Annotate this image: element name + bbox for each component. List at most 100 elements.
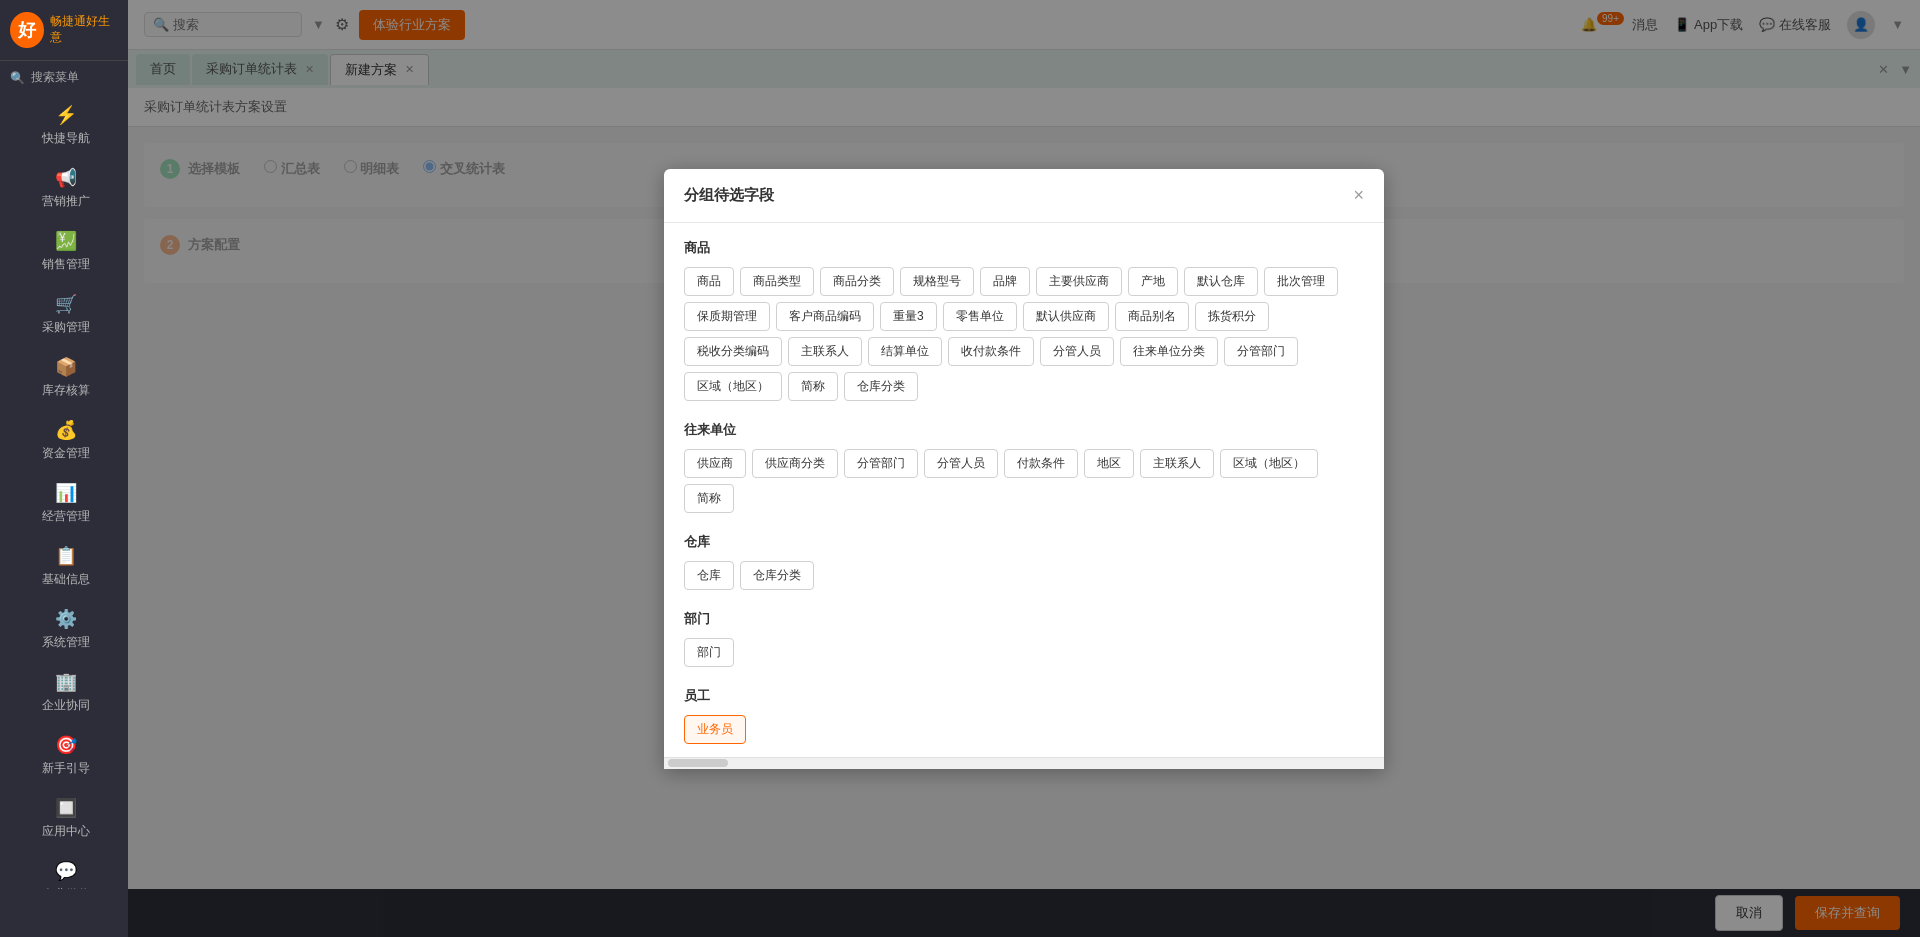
sidebar-label-purchase: 采购管理 <box>42 319 90 336</box>
sidebar-icon-operations: 📊 <box>55 482 77 504</box>
sidebar-label-guide: 新手引导 <box>42 760 90 777</box>
sidebar-item-operations[interactable]: 📊 经营管理 <box>0 472 128 535</box>
field-tag-product-0[interactable]: 商品 <box>684 267 734 296</box>
sidebar-icon-finance: 💰 <box>55 419 77 441</box>
section-title-partner: 往来单位 <box>684 421 1364 439</box>
field-tag-warehouse-0[interactable]: 仓库 <box>684 561 734 590</box>
field-tag-product-8[interactable]: 批次管理 <box>1264 267 1338 296</box>
field-section-product: 商品商品商品类型商品分类规格型号品牌主要供应商产地默认仓库批次管理保质期管理客户… <box>684 239 1364 401</box>
modal-close-button[interactable]: × <box>1353 185 1364 206</box>
sidebar-label-enterprise: 企业协同 <box>42 697 90 714</box>
field-tag-product-13[interactable]: 默认供应商 <box>1023 302 1109 331</box>
field-tag-product-4[interactable]: 品牌 <box>980 267 1030 296</box>
field-tag-product-21[interactable]: 往来单位分类 <box>1120 337 1218 366</box>
field-tag-product-16[interactable]: 税收分类编码 <box>684 337 782 366</box>
sidebar-item-appstore[interactable]: 🔲 应用中心 <box>0 787 128 850</box>
modal-title: 分组待选字段 <box>684 186 774 205</box>
sidebar-icon-guide: 🎯 <box>55 734 77 756</box>
field-tag-partner-5[interactable]: 地区 <box>1084 449 1134 478</box>
field-tag-product-5[interactable]: 主要供应商 <box>1036 267 1122 296</box>
field-tag-product-12[interactable]: 零售单位 <box>943 302 1017 331</box>
sidebar-item-guide[interactable]: 🎯 新手引导 <box>0 724 128 787</box>
sidebar-label-marketing: 营销推广 <box>42 193 90 210</box>
sidebar-label-system: 系统管理 <box>42 634 90 651</box>
field-tag-partner-2[interactable]: 分管部门 <box>844 449 918 478</box>
scrollbar-thumb[interactable] <box>668 759 728 767</box>
field-tags-product: 商品商品类型商品分类规格型号品牌主要供应商产地默认仓库批次管理保质期管理客户商品… <box>684 267 1364 401</box>
sidebar-icon-appstore: 🔲 <box>55 797 77 819</box>
sidebar-icon-basic: 📋 <box>55 545 77 567</box>
field-tag-product-25[interactable]: 仓库分类 <box>844 372 918 401</box>
sidebar-icon-marketing: 📢 <box>55 167 77 189</box>
field-tag-product-9[interactable]: 保质期管理 <box>684 302 770 331</box>
modal-body: 商品商品商品类型商品分类规格型号品牌主要供应商产地默认仓库批次管理保质期管理客户… <box>664 223 1384 757</box>
sidebar-icon-quick-nav: ⚡ <box>55 104 77 126</box>
field-tag-product-10[interactable]: 客户商品编码 <box>776 302 874 331</box>
field-tags-partner: 供应商供应商分类分管部门分管人员付款条件地区主联系人区域（地区） 简称 <box>684 449 1364 513</box>
section-title-product: 商品 <box>684 239 1364 257</box>
field-tag-product-15[interactable]: 拣货积分 <box>1195 302 1269 331</box>
sidebar-item-system[interactable]: ⚙️ 系统管理 <box>0 598 128 661</box>
sidebar-item-quick-nav[interactable]: ⚡ 快捷导航 <box>0 94 128 157</box>
field-tag-product-18[interactable]: 结算单位 <box>868 337 942 366</box>
sidebar-icon-purchase: 🛒 <box>55 293 77 315</box>
field-tag-partner-4[interactable]: 付款条件 <box>1004 449 1078 478</box>
field-tag-product-7[interactable]: 默认仓库 <box>1184 267 1258 296</box>
field-tag-product-19[interactable]: 收付款条件 <box>948 337 1034 366</box>
logo-icon: 好 <box>10 12 44 48</box>
sidebar: 好 畅捷通好生意 🔍 搜索菜单 ⚡ 快捷导航 📢 营销推广 💹 销售管理 🛒 采… <box>0 0 128 937</box>
sidebar-item-inventory[interactable]: 📦 库存核算 <box>0 346 128 409</box>
sidebar-icon-inventory: 📦 <box>55 356 77 378</box>
sidebar-item-basic[interactable]: 📋 基础信息 <box>0 535 128 598</box>
field-tag-product-22[interactable]: 分管部门 <box>1224 337 1298 366</box>
field-tags-warehouse: 仓库仓库分类 <box>684 561 1364 590</box>
logo-text: 畅捷通好生意 <box>50 14 118 45</box>
search-menu[interactable]: 🔍 搜索菜单 <box>0 61 128 94</box>
sidebar-item-finance[interactable]: 💰 资金管理 <box>0 409 128 472</box>
sidebar-icon-sales: 💹 <box>55 230 77 252</box>
sidebar-icon-system: ⚙️ <box>55 608 77 630</box>
field-tag-partner-6[interactable]: 主联系人 <box>1140 449 1214 478</box>
field-tag-warehouse-1[interactable]: 仓库分类 <box>740 561 814 590</box>
field-tag-partner-3[interactable]: 分管人员 <box>924 449 998 478</box>
modal-header: 分组待选字段 × <box>664 169 1384 223</box>
sidebar-label-finance: 资金管理 <box>42 445 90 462</box>
field-tag-product-3[interactable]: 规格型号 <box>900 267 974 296</box>
sidebar-item-marketing[interactable]: 📢 营销推广 <box>0 157 128 220</box>
field-tag-product-24[interactable]: 简称 <box>788 372 838 401</box>
sidebar-icon-wechat: 💬 <box>55 860 77 882</box>
sidebar-label-basic: 基础信息 <box>42 571 90 588</box>
field-section-partner: 往来单位供应商供应商分类分管部门分管人员付款条件地区主联系人区域（地区） 简称 <box>684 421 1364 513</box>
field-tag-product-14[interactable]: 商品别名 <box>1115 302 1189 331</box>
field-section-department: 部门部门 <box>684 610 1364 667</box>
section-title-employee: 员工 <box>684 687 1364 705</box>
sidebar-label-inventory: 库存核算 <box>42 382 90 399</box>
sidebar-label-quick-nav: 快捷导航 <box>42 130 90 147</box>
field-tag-employee-0[interactable]: 业务员 <box>684 715 746 744</box>
field-tag-product-1[interactable]: 商品类型 <box>740 267 814 296</box>
modal-horizontal-scrollbar[interactable] <box>664 757 1384 769</box>
sidebar-item-sales[interactable]: 💹 销售管理 <box>0 220 128 283</box>
field-tag-product-2[interactable]: 商品分类 <box>820 267 894 296</box>
field-tag-product-6[interactable]: 产地 <box>1128 267 1178 296</box>
sidebar-item-enterprise[interactable]: 🏢 企业协同 <box>0 661 128 724</box>
field-tag-partner-8[interactable]: 简称 <box>684 484 734 513</box>
sidebar-icon-enterprise: 🏢 <box>55 671 77 693</box>
field-tag-product-23[interactable]: 区域（地区） <box>684 372 782 401</box>
field-tag-partner-0[interactable]: 供应商 <box>684 449 746 478</box>
field-tag-product-20[interactable]: 分管人员 <box>1040 337 1114 366</box>
section-title-department: 部门 <box>684 610 1364 628</box>
field-tag-partner-7[interactable]: 区域（地区） <box>1220 449 1318 478</box>
field-tag-department-0[interactable]: 部门 <box>684 638 734 667</box>
modal-overlay: 分组待选字段 × 商品商品商品类型商品分类规格型号品牌主要供应商产地默认仓库批次… <box>128 0 1920 937</box>
sidebar-label-sales: 销售管理 <box>42 256 90 273</box>
field-tags-employee: 业务员 <box>684 715 1364 744</box>
sidebar-item-purchase[interactable]: 🛒 采购管理 <box>0 283 128 346</box>
field-tag-partner-1[interactable]: 供应商分类 <box>752 449 838 478</box>
section-title-warehouse: 仓库 <box>684 533 1364 551</box>
field-tags-department: 部门 <box>684 638 1364 667</box>
field-tag-product-11[interactable]: 重量3 <box>880 302 937 331</box>
app-logo: 好 畅捷通好生意 <box>0 0 128 61</box>
modal-dialog: 分组待选字段 × 商品商品商品类型商品分类规格型号品牌主要供应商产地默认仓库批次… <box>664 169 1384 769</box>
field-tag-product-17[interactable]: 主联系人 <box>788 337 862 366</box>
